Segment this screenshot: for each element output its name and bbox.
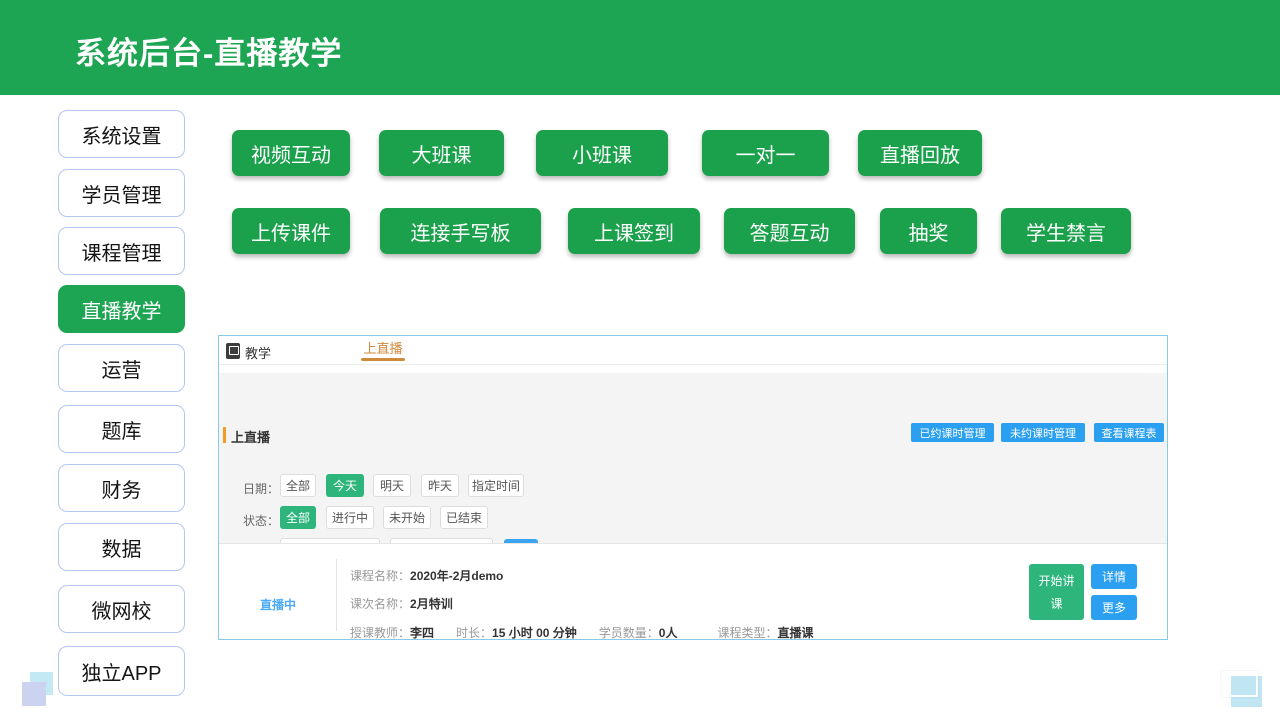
feature-quiz-interaction-button[interactable]: 答题互动	[724, 208, 855, 254]
status-filter-label: 状态：	[219, 512, 279, 529]
course-type-label: 课程类型：	[717, 626, 777, 640]
section-accent-bar	[223, 427, 226, 443]
course-name-line: 课程名称：2020年-2月demo	[350, 567, 503, 584]
date-option-all[interactable]: 全部	[280, 474, 316, 497]
course-name-label: 课程名称：	[350, 569, 410, 583]
lesson-name-line: 课次名称：2月特训	[350, 595, 453, 612]
sidebar-item-standalone-app[interactable]: 独立APP	[58, 646, 185, 696]
detail-button[interactable]: 详情	[1091, 564, 1137, 589]
app-header: 系统后台-直播教学	[0, 0, 1280, 95]
section-title: 上直播	[231, 427, 270, 446]
feature-small-class-button[interactable]: 小班课	[536, 130, 668, 176]
students-label: 学员数量：	[599, 626, 659, 640]
booked-lessons-button[interactable]: 已约课时管理	[911, 423, 994, 442]
admin-panel: 教学 上直播 上直播 已约课时管理 未约课时管理 查看课程表 日期： 全部 今天…	[218, 335, 1168, 640]
row-divider-vertical	[336, 559, 337, 631]
more-button[interactable]: 更多	[1091, 595, 1137, 620]
sidebar-item-live-teaching[interactable]: 直播教学	[58, 285, 185, 333]
teacher-label: 授课教师：	[350, 626, 410, 640]
live-status-badge: 直播中	[260, 596, 296, 613]
page-title: 系统后台-直播教学	[75, 28, 342, 73]
course-list: 直播中 课程名称：2020年-2月demo 课次名称：2月特训 授课教师：李四 时…	[219, 543, 1167, 639]
sidebar-item-question-bank[interactable]: 题库	[58, 405, 185, 453]
date-option-yesterday[interactable]: 昨天	[421, 474, 459, 497]
sidebar-item-course-management[interactable]: 课程管理	[58, 227, 185, 275]
date-option-custom-time[interactable]: 指定时间	[468, 474, 524, 497]
feature-class-checkin-button[interactable]: 上课签到	[568, 208, 700, 254]
date-option-tomorrow[interactable]: 明天	[373, 474, 411, 497]
teacher-value: 李四	[410, 626, 434, 640]
feature-lottery-button[interactable]: 抽奖	[880, 208, 977, 254]
teaching-board-icon	[226, 343, 240, 359]
sidebar-item-system-settings[interactable]: 系统设置	[58, 110, 185, 158]
course-name-value: 2020年-2月demo	[410, 569, 503, 583]
panel-filter-area: 上直播 已约课时管理 未约课时管理 查看课程表 日期： 全部 今天 明天 昨天 …	[219, 373, 1167, 543]
date-filter-label: 日期：	[219, 480, 279, 497]
sidebar-item-student-management[interactable]: 学员管理	[58, 169, 185, 217]
start-teaching-button[interactable]: 开始讲课	[1029, 564, 1084, 620]
feature-connect-tablet-button[interactable]: 连接手写板	[380, 208, 541, 254]
feature-upload-courseware-button[interactable]: 上传课件	[232, 208, 350, 254]
course-type-value: 直播课	[777, 626, 813, 640]
sidebar-item-micro-school[interactable]: 微网校	[58, 585, 185, 633]
feature-mute-students-button[interactable]: 学生禁言	[1001, 208, 1131, 254]
students-value: 0人	[659, 626, 678, 640]
feature-one-on-one-button[interactable]: 一对一	[702, 130, 829, 176]
course-meta-line: 授课教师：李四 时长：15 小时 00 分钟 学员数量：0人 课程类型：直播课	[350, 624, 813, 641]
unbooked-lessons-button[interactable]: 未约课时管理	[1001, 423, 1085, 442]
panel-brand-label: 教学	[245, 343, 271, 362]
sidebar-item-data[interactable]: 数据	[58, 523, 185, 571]
status-option-all[interactable]: 全部	[280, 506, 316, 529]
feature-large-class-button[interactable]: 大班课	[379, 130, 504, 176]
feature-video-interaction-button[interactable]: 视频互动	[232, 130, 350, 176]
view-schedule-button[interactable]: 查看课程表	[1094, 423, 1164, 442]
sidebar-item-operations[interactable]: 运营	[58, 344, 185, 392]
feature-live-replay-button[interactable]: 直播回放	[858, 130, 982, 176]
lesson-name-label: 课次名称：	[350, 597, 410, 611]
status-option-ended[interactable]: 已结束	[440, 506, 488, 529]
decor-square-outline-right	[1221, 671, 1258, 697]
lesson-name-value: 2月特训	[410, 597, 453, 611]
duration-value: 15 小时 00 分钟	[492, 626, 577, 640]
tab-active-underline	[361, 358, 405, 361]
decor-square-lavender-left	[22, 682, 46, 706]
duration-label: 时长：	[456, 626, 492, 640]
status-option-not-started[interactable]: 未开始	[383, 506, 431, 529]
screen: 系统后台-直播教学 系统设置 学员管理 课程管理 直播教学 运营 题库 财务 数…	[0, 0, 1280, 720]
sidebar-item-finance[interactable]: 财务	[58, 464, 185, 512]
date-option-today[interactable]: 今天	[326, 474, 364, 497]
status-option-in-progress[interactable]: 进行中	[326, 506, 374, 529]
